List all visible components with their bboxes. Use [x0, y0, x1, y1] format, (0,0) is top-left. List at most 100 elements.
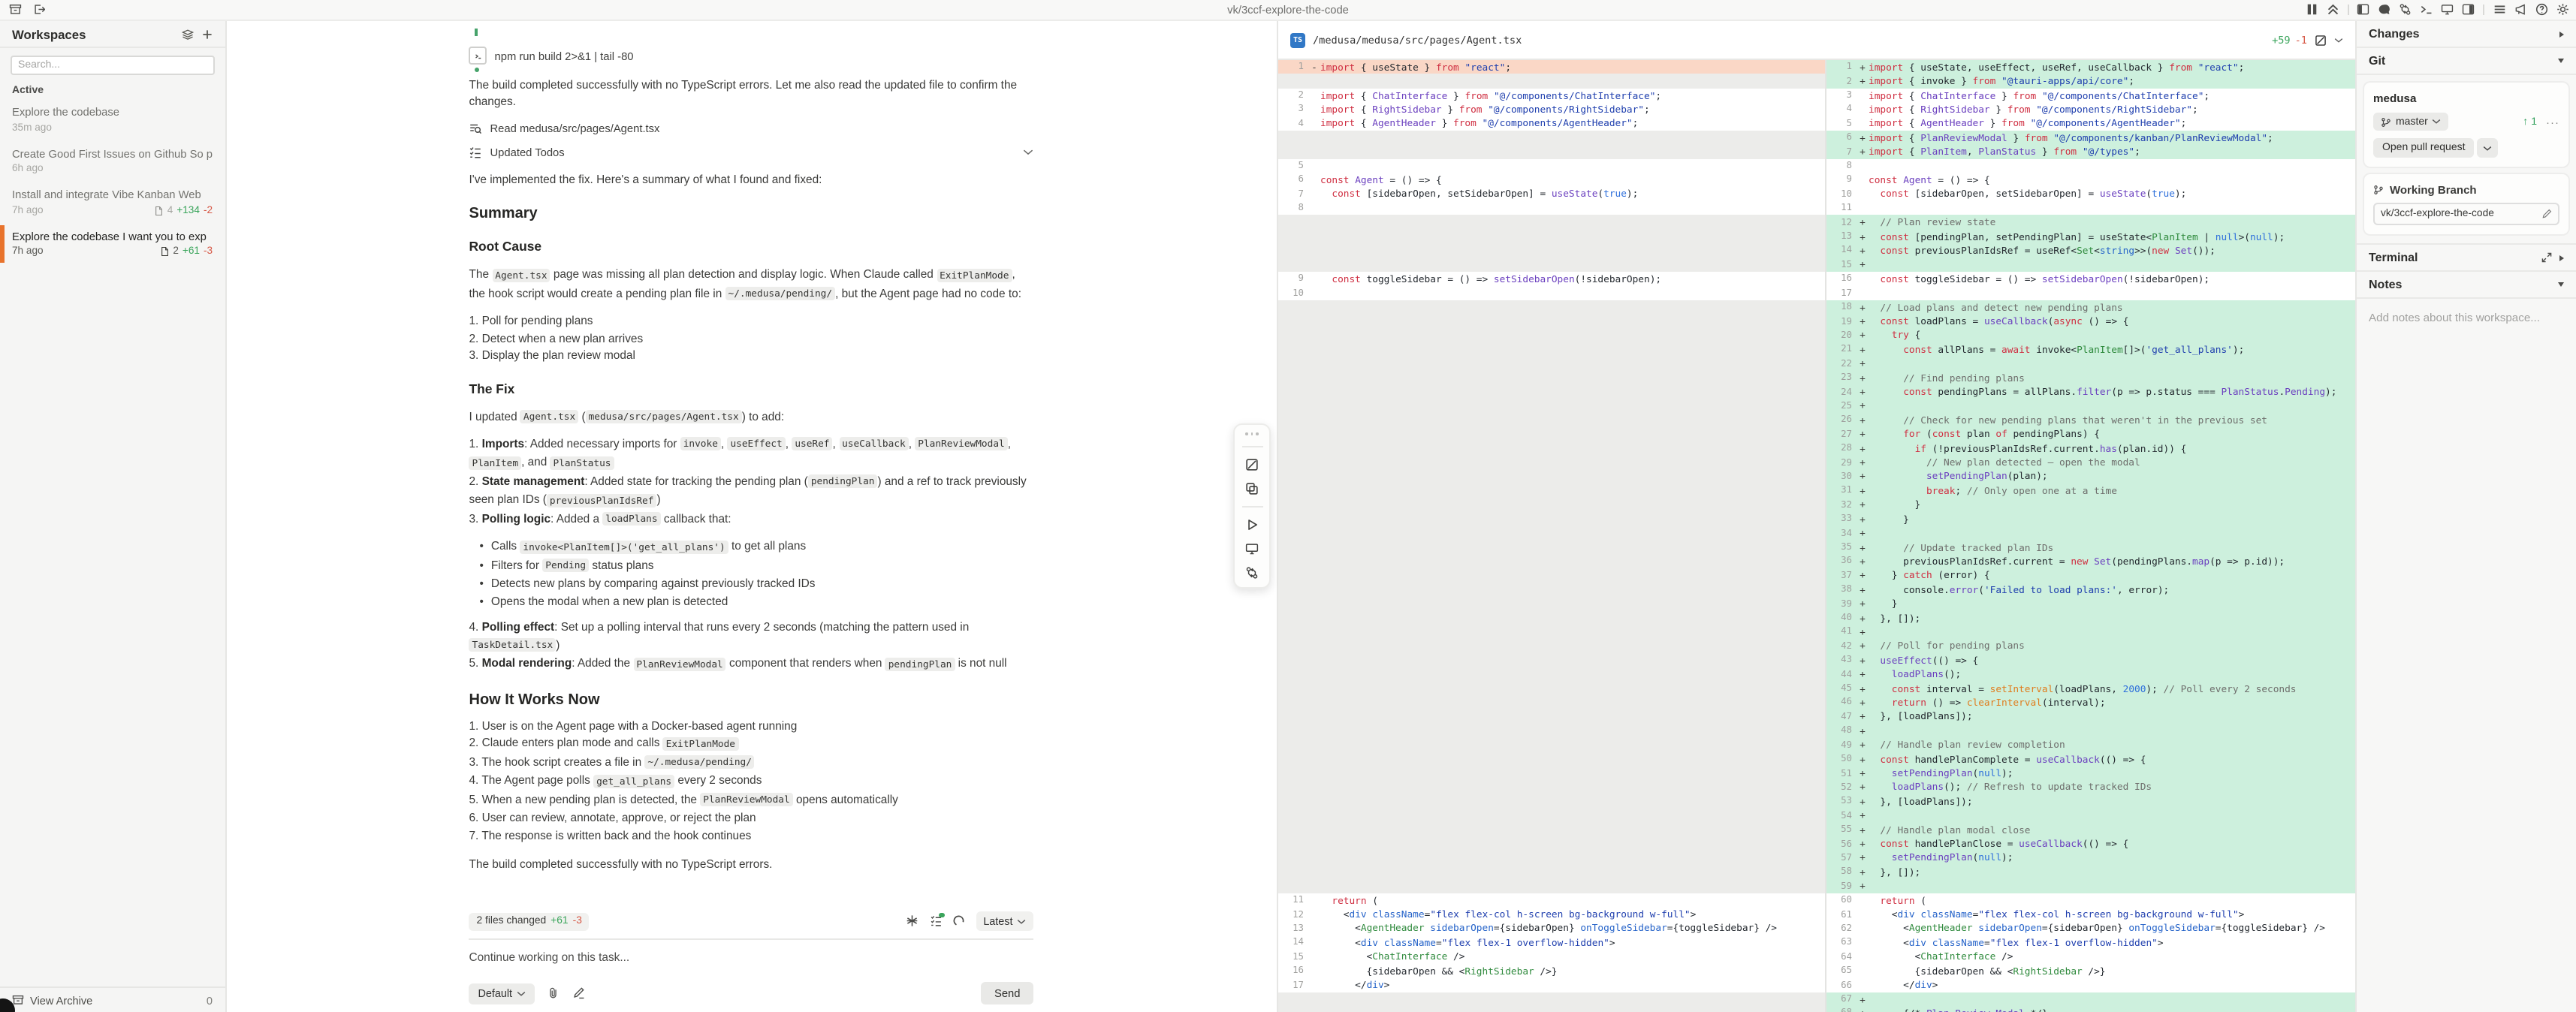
spark-icon[interactable]: [906, 915, 918, 928]
diff-line: 12+ // Plan review state: [1826, 215, 2355, 230]
ahead-indicator[interactable]: ↑ 1: [2523, 116, 2537, 127]
archive-count: 0: [207, 993, 213, 1007]
diff-deletions: -1: [2295, 34, 2307, 46]
diff-filler-line: [1278, 441, 1825, 456]
workspace-item[interactable]: Explore the codebase I want you to exp7h…: [0, 223, 225, 264]
inline-code: ExitPlanMode: [937, 268, 1012, 282]
files-changed-badge[interactable]: 2 files changed +61 -3: [469, 912, 590, 930]
diff-filler-line: [1278, 780, 1825, 794]
menu-icon[interactable]: [2493, 4, 2505, 17]
mode-label: Default: [478, 986, 513, 1000]
diff-filler-line: [1278, 639, 1825, 653]
add-workspace-icon[interactable]: [201, 28, 213, 40]
more-options-icon[interactable]: ···: [2546, 115, 2559, 128]
diff-line: 13+ const [pendingPlan, setPendingPlan] …: [1826, 230, 2355, 244]
diff-file-path[interactable]: /medusa/medusa/src/pages/Agent.tsx: [1313, 34, 1522, 46]
todos-status-icon[interactable]: [929, 915, 942, 928]
workspace-stats: 2+61-3: [161, 246, 213, 257]
version-dropdown[interactable]: Latest: [976, 911, 1033, 931]
pause-icon[interactable]: [2305, 4, 2318, 17]
notes-section-header[interactable]: Notes: [2357, 272, 2576, 299]
toolbar-divider: [1241, 506, 1262, 508]
terminal-icon[interactable]: [2420, 4, 2433, 17]
chevron-down-icon[interactable]: [1024, 149, 1034, 156]
workspace-item[interactable]: Install and integrate Vibe Kanban Web7h …: [0, 182, 225, 223]
notes-input[interactable]: Add notes about this workspace...: [2357, 299, 2576, 336]
collapse-up-icon[interactable]: [2326, 4, 2339, 17]
chat-bubble-icon[interactable]: [2378, 4, 2390, 17]
git-section-header[interactable]: Git: [2357, 48, 2576, 75]
tool-call-row[interactable]: Read medusa/src/pages/Agent.tsx: [469, 122, 1034, 135]
panel-left-icon[interactable]: [2357, 4, 2369, 17]
panel-right-icon[interactable]: [2462, 4, 2475, 17]
search-input[interactable]: [11, 56, 214, 75]
message-input[interactable]: Continue working on this task...: [469, 940, 1034, 974]
diff-line: 14 <div className="flex flex-1 overflow-…: [1278, 935, 1825, 950]
send-button[interactable]: Send: [981, 982, 1034, 1004]
preview-monitor-icon[interactable]: [1245, 542, 1259, 556]
workspace-item[interactable]: Explore the codebase35m ago: [0, 99, 225, 140]
diff-line: 8: [1278, 201, 1825, 215]
layers-icon[interactable]: [181, 28, 193, 40]
workspace-item[interactable]: Create Good First Issues on Github So p6…: [0, 140, 225, 182]
diff-toggle-icon[interactable]: [1245, 458, 1259, 471]
diff-filler-line: [1278, 300, 1825, 315]
chat-list: •Calls invoke<PlanItem[]>('get_all_plans…: [469, 538, 1034, 610]
diff-filler-line: [1278, 823, 1825, 837]
megaphone-icon[interactable]: [2514, 4, 2526, 17]
play-icon[interactable]: [1245, 518, 1259, 532]
changes-section-header[interactable]: Changes: [2357, 21, 2576, 48]
diff-filler-line: [1278, 1006, 1825, 1012]
diff-line: 16 {sidebarOpen && <RightSidebar />}: [1278, 964, 1825, 978]
diff-line: 58+ }, []);: [1826, 865, 2355, 879]
diff-original-pane[interactable]: 1-import { useState } from "react";2impo…: [1278, 60, 1825, 1012]
archive-icon[interactable]: [9, 4, 22, 17]
collapse-diff-icon[interactable]: [2334, 37, 2343, 43]
git-branch-icon[interactable]: [1245, 566, 1259, 580]
branch-selector[interactable]: master: [2373, 113, 2449, 131]
help-icon[interactable]: [2535, 4, 2547, 17]
terminal-icon: [469, 47, 487, 65]
chat-list-item: 4. Polling effect: Set up a polling inte…: [469, 619, 1034, 655]
tool-call-row[interactable]: npm run build 2>&1 | tail -80: [469, 47, 1034, 65]
monitor-icon[interactable]: [2441, 4, 2454, 17]
caret-down-icon: [2558, 59, 2564, 63]
attach-icon[interactable]: [547, 987, 560, 1000]
sign-out-icon[interactable]: [32, 4, 45, 17]
inline-code: PlanReviewModal: [915, 438, 1007, 451]
drag-handle[interactable]: [1245, 432, 1259, 435]
view-archive-button[interactable]: View Archive 0: [0, 986, 225, 1012]
git-branch-icon: [2381, 116, 2391, 127]
diff-line: 60 return (: [1826, 893, 2355, 908]
mode-dropdown[interactable]: Default: [469, 983, 535, 1004]
diff-filler-line: [1278, 526, 1825, 541]
diff-filler-line: [1278, 145, 1825, 159]
diff-filler-line: [1278, 470, 1825, 484]
diff-view-icon[interactable]: [2315, 34, 2327, 46]
chevron-down-icon: [517, 990, 526, 996]
diff-filler-line: [1278, 215, 1825, 230]
terminal-section-header[interactable]: Terminal: [2357, 243, 2576, 272]
diff-line: 12 <div className="flex flex-col h-scree…: [1278, 908, 1825, 922]
expand-icon[interactable]: [2541, 252, 2552, 263]
diff-filler-line: [1278, 583, 1825, 597]
tool-connector: [475, 29, 478, 36]
edit-pencil-icon[interactable]: [2541, 209, 2552, 219]
diff-line: 8: [1826, 159, 2355, 173]
chat-list-item: 1. Poll for pending plans: [469, 312, 1034, 330]
chat-list-item: 4. The Agent page polls get_all_plans ev…: [469, 773, 1034, 791]
open-pull-request-button[interactable]: Open pull request: [2373, 138, 2475, 158]
chat-scroll-area[interactable]: npm run build 2>&1 | tail -80The build c…: [226, 21, 1277, 908]
settings-gear-icon[interactable]: [2556, 4, 2568, 17]
pull-request-options-button[interactable]: [2478, 138, 2499, 158]
diff-filler-line: [1278, 385, 1825, 399]
git-compare-icon[interactable]: [2399, 4, 2412, 17]
typescript-file-icon: TS: [1290, 32, 1305, 47]
working-branch-input[interactable]: vk/3ccf-explore-the-code: [2373, 203, 2559, 225]
inline-code: medusa/src/pages/Agent.tsx: [586, 410, 742, 423]
diff-filler-line: [1278, 328, 1825, 342]
tool-call-row[interactable]: Updated Todos: [469, 146, 1034, 159]
pen-icon[interactable]: [572, 987, 584, 1000]
diff-modified-pane[interactable]: 1+import { useState, useEffect, useRef, …: [1825, 60, 2355, 1012]
copy-icon[interactable]: [1245, 482, 1259, 495]
